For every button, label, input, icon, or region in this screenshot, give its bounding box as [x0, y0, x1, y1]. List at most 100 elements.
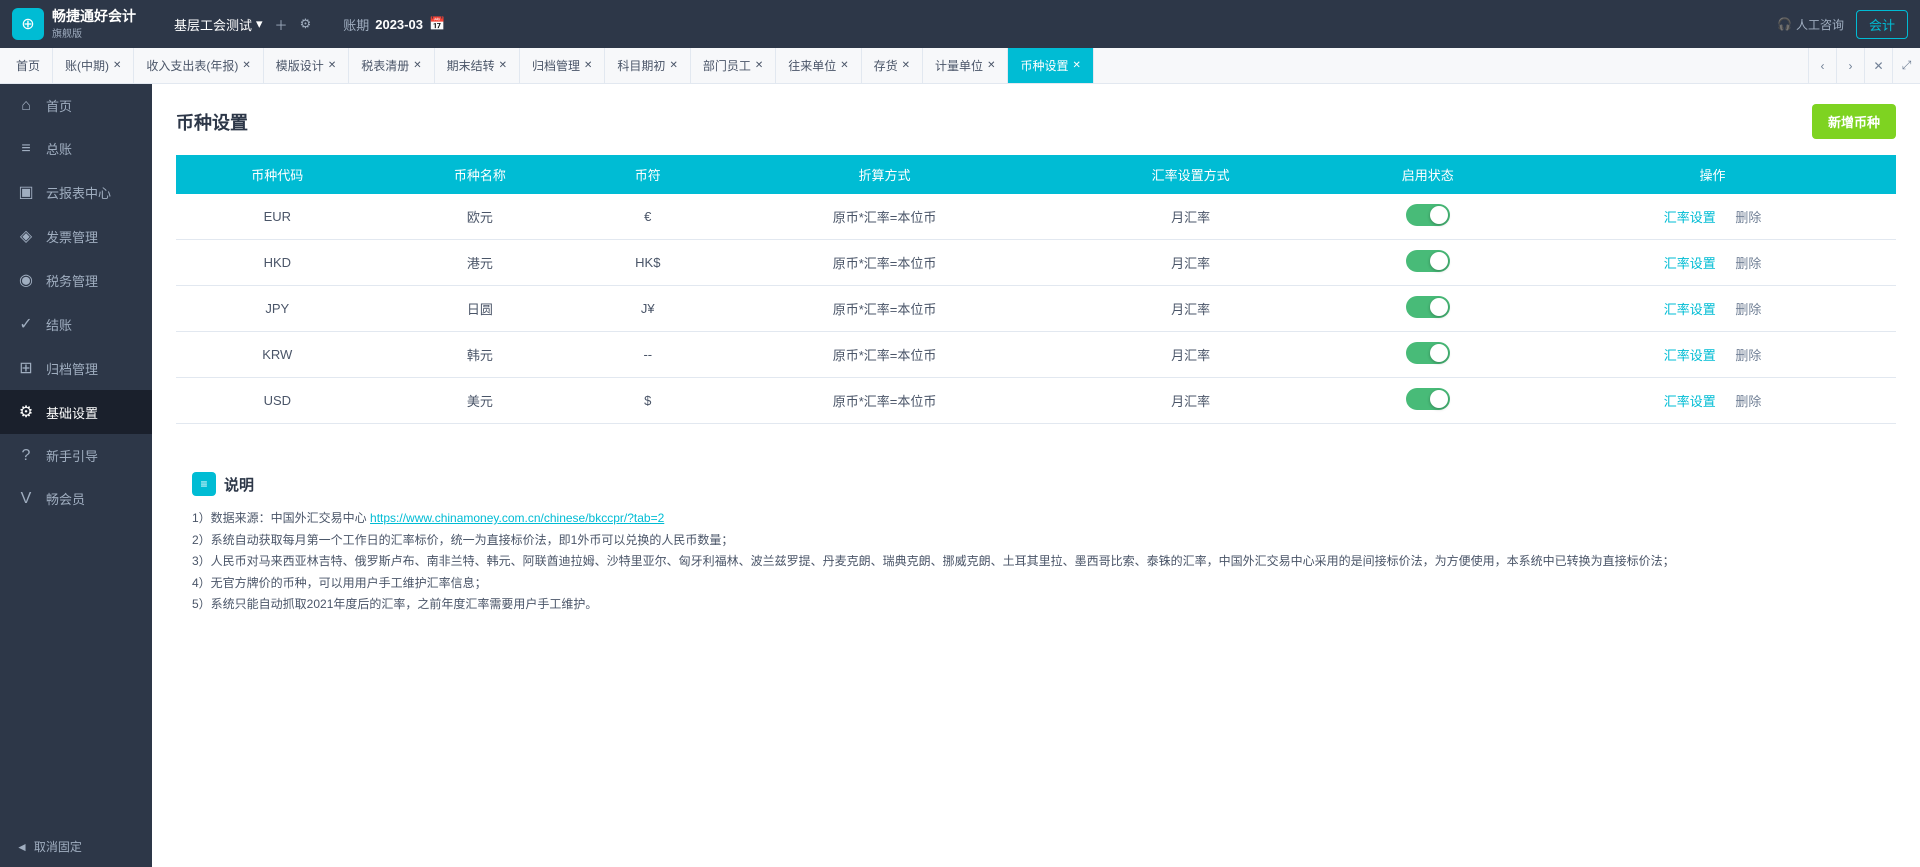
col-rate-type: 汇率设置方式: [1055, 155, 1327, 194]
tab-currency[interactable]: 币种设置 ✕: [1008, 48, 1093, 84]
sidebar-item-home[interactable]: ⌂ 首页: [0, 84, 152, 127]
tab-period-end[interactable]: 期末结转 ✕: [435, 48, 520, 84]
cell-conversion: 原币*汇率=本位币: [714, 332, 1054, 378]
settings-icon[interactable]: ⚙: [300, 16, 312, 32]
tab-template[interactable]: 模版设计 ✕: [264, 48, 349, 84]
period-value: 2023-03: [375, 17, 423, 32]
tab-partner[interactable]: 往来单位 ✕: [776, 48, 861, 84]
rate-settings-link[interactable]: 汇率设置: [1664, 394, 1716, 409]
cell-actions: 汇率设置 删除: [1529, 286, 1896, 332]
tab-next-button[interactable]: ›: [1836, 48, 1864, 84]
tab-nav: ‹ › ✕ ⤢: [1808, 48, 1920, 84]
table-row: USD 美元 $ 原币*汇率=本位币 月汇率 汇率设置 删除: [176, 378, 1896, 424]
cell-status: [1327, 332, 1530, 378]
tab-expand-button[interactable]: ⤢: [1892, 48, 1920, 84]
tab-close-all-button[interactable]: ✕: [1864, 48, 1892, 84]
notes-item: 2）系统自动获取每月第一个工作日的汇率标价，统一为直接标价法，即1外币可以兑换的…: [192, 530, 1880, 552]
notes-title: 说明: [224, 474, 254, 495]
tab-inventory-close[interactable]: ✕: [902, 60, 910, 71]
sidebar-item-tax[interactable]: ◉ 税务管理: [0, 258, 152, 302]
tab-archive[interactable]: 归档管理 ✕: [520, 48, 605, 84]
tab-period-close[interactable]: ✕: [113, 60, 121, 71]
sidebar-item-invoice[interactable]: ◈ 发票管理: [0, 214, 152, 258]
headset-icon: 🎧: [1777, 17, 1792, 31]
cell-conversion: 原币*汇率=本位币: [714, 240, 1054, 286]
table-row: KRW 韩元 -- 原币*汇率=本位币 月汇率 汇率设置 删除: [176, 332, 1896, 378]
sidebar-label-report: 云报表中心: [46, 183, 111, 202]
tab-income[interactable]: 收入支出表(年报) ✕: [134, 48, 263, 84]
notes-item: 5）系统只能自动抓取2021年度后的汇率，之前年度汇率需要用户手工维护。: [192, 594, 1880, 616]
sidebar-item-basic[interactable]: ⚙ 基础设置: [0, 390, 152, 434]
toggle-switch[interactable]: [1406, 296, 1450, 318]
main-layout: ⌂ 首页 ≡ 总账 ▣ 云报表中心 ◈ 发票管理 ◉ 税务管理 ✓ 结账 ⊞ 归…: [0, 84, 1920, 867]
period-area: 账期 2023-03 📅: [343, 15, 445, 34]
cell-actions: 汇率设置 删除: [1529, 332, 1896, 378]
cell-status: [1327, 194, 1530, 240]
sidebar-item-report[interactable]: ▣ 云报表中心: [0, 170, 152, 214]
sidebar-item-settle[interactable]: ✓ 结账: [0, 302, 152, 346]
rate-settings-link[interactable]: 汇率设置: [1664, 256, 1716, 271]
sidebar-pin-toggle[interactable]: ◄ 取消固定: [0, 826, 152, 867]
rate-settings-link[interactable]: 汇率设置: [1664, 210, 1716, 225]
tab-home[interactable]: 首页: [4, 48, 53, 84]
delete-link[interactable]: 删除: [1735, 302, 1761, 317]
sidebar-item-archive[interactable]: ⊞ 归档管理: [0, 346, 152, 390]
cell-rate-type: 月汇率: [1055, 194, 1327, 240]
tab-period[interactable]: 账(中期) ✕: [53, 48, 134, 84]
sidebar-item-guide[interactable]: ? 新手引导: [0, 434, 152, 477]
tab-period-end-close[interactable]: ✕: [499, 60, 507, 71]
notes-section: ≡ 说明 1）数据来源：中国外汇交易中心 https://www.chinamo…: [176, 456, 1896, 632]
settle-icon: ✓: [16, 314, 36, 334]
tab-department-close[interactable]: ✕: [755, 60, 763, 71]
col-name: 币种名称: [379, 155, 582, 194]
project-selector[interactable]: 基层工会测试 ▾: [174, 15, 263, 34]
toggle-switch[interactable]: [1406, 250, 1450, 272]
toggle-switch[interactable]: [1406, 204, 1450, 226]
sidebar-item-ledger[interactable]: ≡ 总账: [0, 127, 152, 170]
tab-partner-close[interactable]: ✕: [840, 60, 848, 71]
tab-unit-close[interactable]: ✕: [987, 60, 995, 71]
tab-tax[interactable]: 税表清册 ✕: [349, 48, 434, 84]
tab-department[interactable]: 部门员工 ✕: [691, 48, 776, 84]
cell-rate-type: 月汇率: [1055, 286, 1327, 332]
tab-template-close[interactable]: ✕: [328, 60, 336, 71]
notes-item: 4）无官方牌价的币种，可以用用户手工维护汇率信息；: [192, 573, 1880, 595]
tab-income-close[interactable]: ✕: [242, 60, 250, 71]
tab-archive-close[interactable]: ✕: [584, 60, 592, 71]
cell-code: EUR: [176, 194, 379, 240]
toggle-switch[interactable]: [1406, 342, 1450, 364]
toggle-thumb: [1430, 344, 1448, 362]
add-currency-button[interactable]: 新增币种: [1812, 104, 1896, 139]
delete-link[interactable]: 删除: [1735, 256, 1761, 271]
tab-unit[interactable]: 计量单位 ✕: [923, 48, 1008, 84]
tab-subject[interactable]: 科目期初 ✕: [605, 48, 690, 84]
calendar-icon[interactable]: 📅: [429, 16, 445, 32]
cell-code: HKD: [176, 240, 379, 286]
sidebar-label-settle: 结账: [46, 315, 72, 334]
tab-subject-close[interactable]: ✕: [669, 60, 677, 71]
toggle-switch[interactable]: [1406, 388, 1450, 410]
sidebar-label-home: 首页: [46, 96, 72, 115]
cell-name: 韩元: [379, 332, 582, 378]
logo-icon: ⊕: [12, 8, 44, 40]
add-project-icon[interactable]: ＋: [275, 15, 288, 34]
notes-link[interactable]: https://www.chinamoney.com.cn/chinese/bk…: [370, 511, 664, 525]
rate-settings-link[interactable]: 汇率设置: [1664, 302, 1716, 317]
tab-inventory[interactable]: 存货 ✕: [862, 48, 923, 84]
delete-link[interactable]: 删除: [1735, 394, 1761, 409]
content-area: 币种设置 新增币种 币种代码 币种名称 币符 折算方式 汇率设置方式 启用状态 …: [152, 84, 1920, 867]
home-icon: ⌂: [16, 97, 36, 115]
sidebar-label-tax: 税务管理: [46, 271, 98, 290]
account-button[interactable]: 会计: [1856, 10, 1908, 39]
tab-prev-button[interactable]: ‹: [1808, 48, 1836, 84]
col-code: 币种代码: [176, 155, 379, 194]
tab-currency-close[interactable]: ✕: [1072, 60, 1080, 71]
delete-link[interactable]: 删除: [1735, 210, 1761, 225]
sidebar-item-member[interactable]: V 畅会员: [0, 477, 152, 520]
rate-settings-link[interactable]: 汇率设置: [1664, 348, 1716, 363]
tab-tax-close[interactable]: ✕: [413, 60, 421, 71]
support-button[interactable]: 🎧 人工咨询: [1777, 16, 1844, 33]
delete-link[interactable]: 删除: [1735, 348, 1761, 363]
basic-icon: ⚙: [16, 402, 36, 422]
cell-code: JPY: [176, 286, 379, 332]
